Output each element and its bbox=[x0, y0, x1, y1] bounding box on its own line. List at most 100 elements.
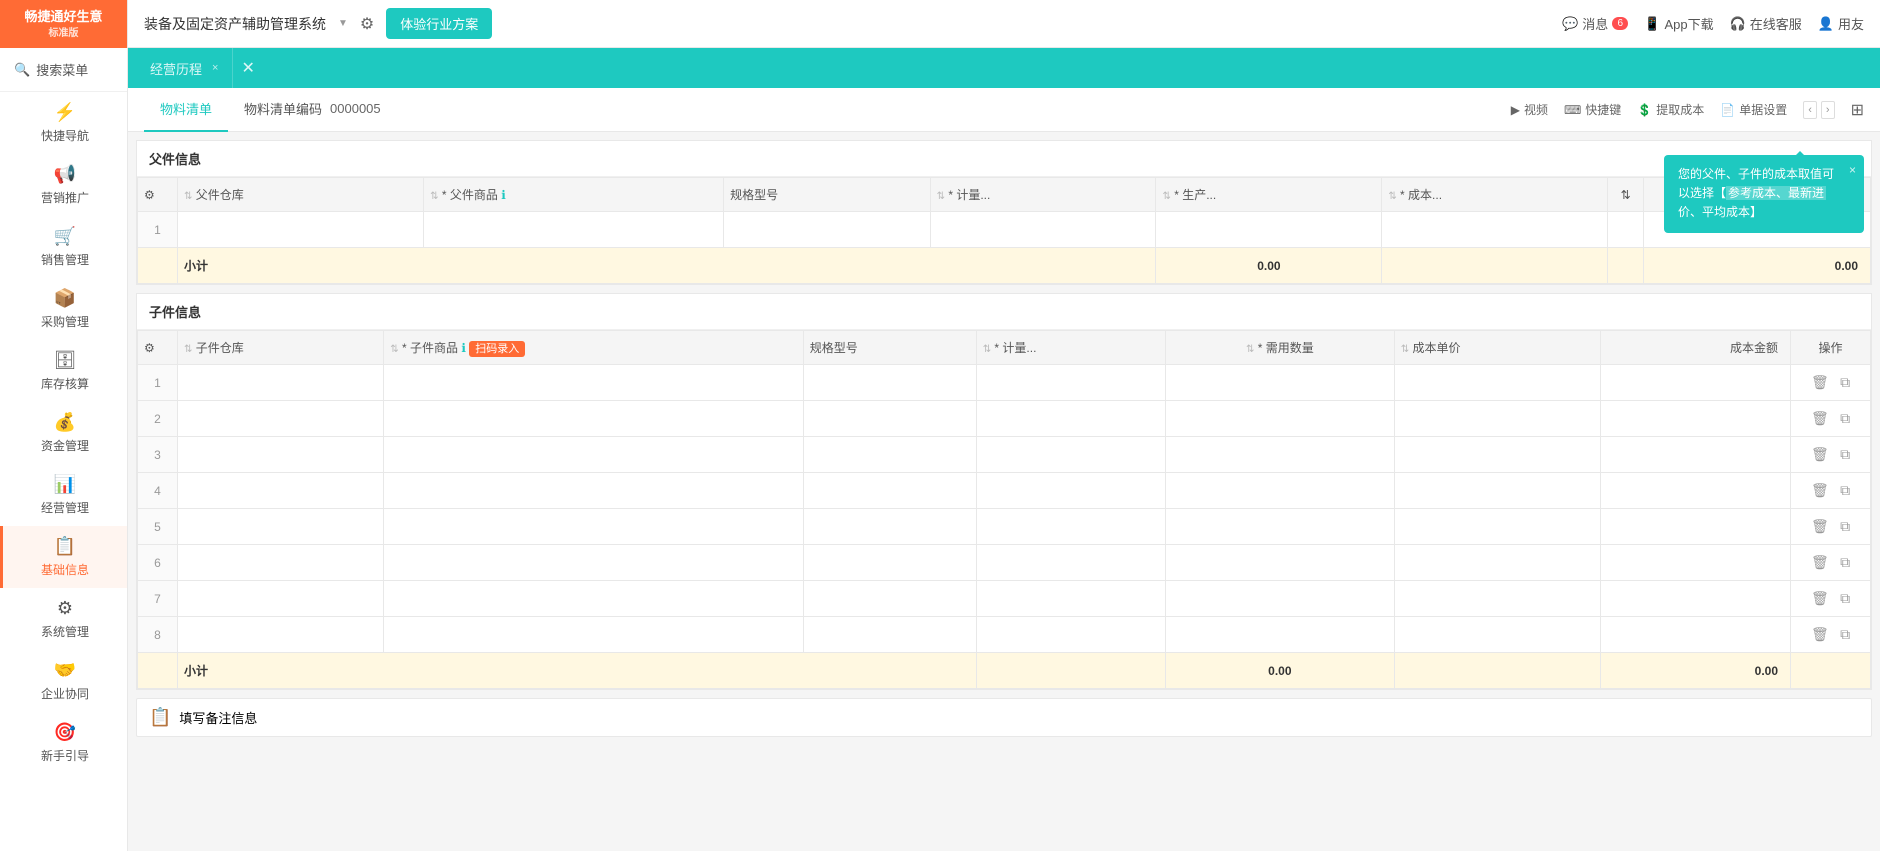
copy-row-1[interactable]: ⧉ bbox=[1836, 372, 1854, 392]
online-service-button[interactable]: 🎧 在线客服 bbox=[1730, 14, 1802, 33]
parent-sort-cell[interactable] bbox=[1608, 212, 1644, 248]
sidebar-item-sales[interactable]: 🛒销售管理 bbox=[0, 216, 127, 278]
child-cost-amount-7[interactable] bbox=[1601, 581, 1791, 617]
child-quantity-8[interactable] bbox=[1165, 617, 1394, 653]
parent-unit-cell[interactable] bbox=[930, 212, 1156, 248]
child-cost-unit-6[interactable] bbox=[1394, 545, 1600, 581]
parent-warehouse-cell[interactable] bbox=[178, 212, 424, 248]
child-spec-7[interactable] bbox=[803, 581, 976, 617]
app-download-button[interactable]: 📱 App下载 bbox=[1644, 14, 1713, 33]
child-quantity-5[interactable] bbox=[1165, 509, 1394, 545]
delete-row-7[interactable]: 🗑 bbox=[1807, 588, 1833, 608]
parent-th-settings[interactable]: ⚙ bbox=[138, 178, 178, 212]
child-goods-4[interactable] bbox=[384, 473, 804, 509]
system-dropdown-icon[interactable]: ▼ bbox=[338, 18, 348, 29]
child-cost-amount-6[interactable] bbox=[1601, 545, 1791, 581]
child-unit-4[interactable] bbox=[976, 473, 1165, 509]
child-warehouse-2[interactable] bbox=[178, 401, 384, 437]
child-quantity-4[interactable] bbox=[1165, 473, 1394, 509]
delete-row-4[interactable]: 🗑 bbox=[1807, 480, 1833, 500]
child-goods-2[interactable] bbox=[384, 401, 804, 437]
sidebar-item-newguide[interactable]: 🎯新手引导 bbox=[0, 712, 127, 774]
parent-production-cell[interactable] bbox=[1156, 212, 1382, 248]
grid-view-icon[interactable]: ⊞ bbox=[1851, 100, 1864, 120]
child-cost-unit-2[interactable] bbox=[1394, 401, 1600, 437]
child-cost-unit-4[interactable] bbox=[1394, 473, 1600, 509]
child-unit-6[interactable] bbox=[976, 545, 1165, 581]
copy-row-8[interactable]: ⧉ bbox=[1836, 624, 1854, 644]
child-unit-7[interactable] bbox=[976, 581, 1165, 617]
document-settings-button[interactable]: 📄 单据设置 bbox=[1720, 101, 1787, 118]
child-cost-amount-3[interactable] bbox=[1601, 437, 1791, 473]
delete-row-6[interactable]: 🗑 bbox=[1807, 552, 1833, 572]
child-warehouse-5[interactable] bbox=[178, 509, 384, 545]
child-goods-7[interactable] bbox=[384, 581, 804, 617]
child-spec-8[interactable] bbox=[803, 617, 976, 653]
child-goods-3[interactable] bbox=[384, 437, 804, 473]
search-menu-button[interactable]: 🔍 搜索菜单 bbox=[8, 56, 119, 83]
copy-row-7[interactable]: ⧉ bbox=[1836, 588, 1854, 608]
sidebar-item-marketing[interactable]: 📢营销推广 bbox=[0, 154, 127, 216]
child-warehouse-6[interactable] bbox=[178, 545, 384, 581]
child-cost-unit-5[interactable] bbox=[1394, 509, 1600, 545]
nav-tab-history[interactable]: 经营历程× bbox=[136, 48, 233, 88]
tooltip-close-button[interactable]: × bbox=[1849, 161, 1856, 180]
child-spec-4[interactable] bbox=[803, 473, 976, 509]
message-button[interactable]: 💬 消息 6 bbox=[1562, 14, 1628, 33]
child-unit-8[interactable] bbox=[976, 617, 1165, 653]
sidebar-item-system[interactable]: ⚙系统管理 bbox=[0, 588, 127, 650]
child-spec-1[interactable] bbox=[803, 365, 976, 401]
child-cost-amount-1[interactable] bbox=[1601, 365, 1791, 401]
child-cost-unit-7[interactable] bbox=[1394, 581, 1600, 617]
copy-row-4[interactable]: ⧉ bbox=[1836, 480, 1854, 500]
parent-goods-cell[interactable] bbox=[424, 212, 724, 248]
child-th-settings[interactable]: ⚙ bbox=[138, 331, 178, 365]
child-spec-2[interactable] bbox=[803, 401, 976, 437]
nav-tab-history-close[interactable]: × bbox=[212, 62, 218, 74]
shortcut-button[interactable]: ⌨ 快捷键 bbox=[1564, 101, 1621, 118]
sidebar-item-enterprise[interactable]: 🤝企业协同 bbox=[0, 650, 127, 712]
child-unit-5[interactable] bbox=[976, 509, 1165, 545]
copy-row-6[interactable]: ⧉ bbox=[1836, 552, 1854, 572]
child-quantity-7[interactable] bbox=[1165, 581, 1394, 617]
extract-cost-button[interactable]: 💲 提取成本 bbox=[1637, 101, 1704, 118]
delete-row-2[interactable]: 🗑 bbox=[1807, 408, 1833, 428]
sub-tab-bom-code[interactable]: 物料清单编码 0000005 bbox=[228, 88, 397, 132]
sidebar-item-purchase[interactable]: 📦采购管理 bbox=[0, 278, 127, 340]
copy-row-5[interactable]: ⧉ bbox=[1836, 516, 1854, 536]
child-warehouse-4[interactable] bbox=[178, 473, 384, 509]
child-cost-amount-2[interactable] bbox=[1601, 401, 1791, 437]
sidebar-item-basic[interactable]: 📋基础信息 bbox=[0, 526, 127, 588]
child-spec-6[interactable] bbox=[803, 545, 976, 581]
delete-row-3[interactable]: 🗑 bbox=[1807, 444, 1833, 464]
child-unit-2[interactable] bbox=[976, 401, 1165, 437]
try-button[interactable]: 体验行业方案 bbox=[386, 8, 492, 39]
copy-row-2[interactable]: ⧉ bbox=[1836, 408, 1854, 428]
parent-th-sort[interactable]: ⇅ bbox=[1608, 178, 1644, 212]
child-goods-6[interactable] bbox=[384, 545, 804, 581]
child-quantity-3[interactable] bbox=[1165, 437, 1394, 473]
child-goods-1[interactable] bbox=[384, 365, 804, 401]
sidebar-item-operation[interactable]: 📊经营管理 bbox=[0, 464, 127, 526]
scan-badge[interactable]: 扫码录入 bbox=[469, 341, 525, 357]
child-unit-3[interactable] bbox=[976, 437, 1165, 473]
child-cost-amount-5[interactable] bbox=[1601, 509, 1791, 545]
view-button[interactable]: ▶ 视频 bbox=[1511, 101, 1548, 118]
child-cost-unit-1[interactable] bbox=[1394, 365, 1600, 401]
child-warehouse-7[interactable] bbox=[178, 581, 384, 617]
delete-row-5[interactable]: 🗑 bbox=[1807, 516, 1833, 536]
parent-spec-cell[interactable] bbox=[724, 212, 930, 248]
parent-cost-cell[interactable] bbox=[1382, 212, 1608, 248]
child-cost-amount-8[interactable] bbox=[1601, 617, 1791, 653]
sub-tab-bom-list[interactable]: 物料清单 bbox=[144, 88, 228, 132]
child-goods-5[interactable] bbox=[384, 509, 804, 545]
system-settings-icon[interactable]: ⚙ bbox=[360, 14, 374, 34]
child-warehouse-8[interactable] bbox=[178, 617, 384, 653]
child-spec-3[interactable] bbox=[803, 437, 976, 473]
child-quantity-1[interactable] bbox=[1165, 365, 1394, 401]
child-spec-5[interactable] bbox=[803, 509, 976, 545]
child-cost-unit-3[interactable] bbox=[1394, 437, 1600, 473]
close-all-tabs-button[interactable]: ✕ bbox=[233, 58, 262, 78]
child-cost-unit-8[interactable] bbox=[1394, 617, 1600, 653]
child-warehouse-3[interactable] bbox=[178, 437, 384, 473]
